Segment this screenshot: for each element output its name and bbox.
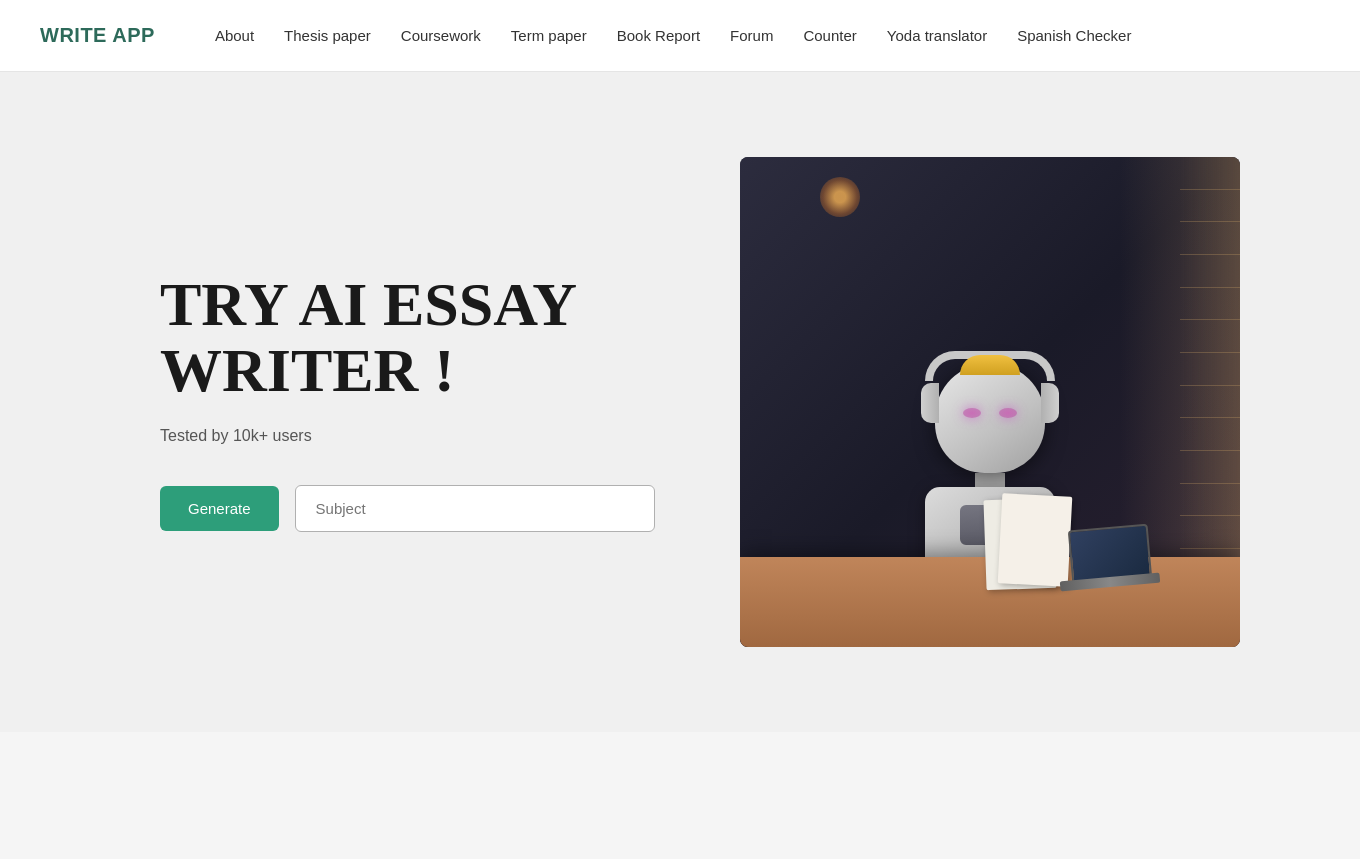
- blind-slat: [1180, 157, 1240, 190]
- headphone-left: [921, 383, 939, 423]
- blind-slat: [1180, 255, 1240, 288]
- desk-table: [740, 557, 1240, 647]
- blind-slat: [1180, 386, 1240, 419]
- nav-link-forum[interactable]: Forum: [730, 27, 773, 44]
- nav-item-forum[interactable]: Forum: [730, 27, 773, 45]
- subject-input[interactable]: [295, 485, 655, 532]
- nav-link-coursework[interactable]: Coursework: [401, 27, 481, 44]
- nav-item-thesis-paper[interactable]: Thesis paper: [284, 27, 371, 45]
- hero-section: TRY AI ESSAY WRITER ! Tested by 10k+ use…: [0, 72, 1360, 732]
- nav-link-book-report[interactable]: Book Report: [617, 27, 700, 44]
- nav-link-about[interactable]: About: [215, 27, 254, 44]
- blind-slat: [1180, 418, 1240, 451]
- nav-menu: About Thesis paper Coursework Term paper…: [215, 27, 1132, 45]
- nav-item-coursework[interactable]: Coursework: [401, 27, 481, 45]
- blind-slat: [1180, 222, 1240, 255]
- blind-slat: [1180, 451, 1240, 484]
- headphone-right: [1041, 383, 1059, 423]
- blind-slat: [1180, 516, 1240, 549]
- blind-slat: [1180, 288, 1240, 321]
- hero-actions: Generate: [160, 485, 660, 532]
- robot-scene: [740, 157, 1240, 647]
- robot-head: [935, 363, 1045, 473]
- nav-link-yoda-translator[interactable]: Yoda translator: [887, 27, 987, 44]
- nav-link-term-paper[interactable]: Term paper: [511, 27, 587, 44]
- navbar: WRITE APP About Thesis paper Coursework …: [0, 0, 1360, 72]
- hero-title-line1: TRY AI ESSAY: [160, 270, 577, 338]
- lamp-glow: [820, 177, 860, 217]
- generate-button[interactable]: Generate: [160, 486, 279, 531]
- robot-eye-right: [999, 408, 1017, 418]
- blind-slat: [1180, 353, 1240, 386]
- hero-title: TRY AI ESSAY WRITER !: [160, 272, 660, 402]
- blind-slat: [1180, 320, 1240, 353]
- nav-link-thesis-paper[interactable]: Thesis paper: [284, 27, 371, 44]
- nav-link-spanish-checker[interactable]: Spanish Checker: [1017, 27, 1131, 44]
- blind-slat: [1180, 190, 1240, 223]
- nav-item-spanish-checker[interactable]: Spanish Checker: [1017, 27, 1131, 45]
- nav-item-book-report[interactable]: Book Report: [617, 27, 700, 45]
- hero-robot-image: [740, 157, 1240, 647]
- hero-content: TRY AI ESSAY WRITER ! Tested by 10k+ use…: [160, 272, 660, 531]
- below-fold: [0, 732, 1360, 859]
- hero-subtitle: Tested by 10k+ users: [160, 427, 660, 445]
- blind-slat: [1180, 484, 1240, 517]
- nav-link-counter[interactable]: Counter: [803, 27, 856, 44]
- nav-item-about[interactable]: About: [215, 27, 254, 45]
- nav-item-term-paper[interactable]: Term paper: [511, 27, 587, 45]
- head-ring: [960, 355, 1020, 375]
- robot-eye-left: [963, 408, 981, 418]
- paper-1: [998, 493, 1073, 587]
- hero-title-line2: WRITER !: [160, 336, 455, 404]
- nav-item-counter[interactable]: Counter: [803, 27, 856, 45]
- brand-logo[interactable]: WRITE APP: [40, 24, 155, 47]
- robot-neck: [975, 473, 1005, 487]
- nav-item-yoda-translator[interactable]: Yoda translator: [887, 27, 987, 45]
